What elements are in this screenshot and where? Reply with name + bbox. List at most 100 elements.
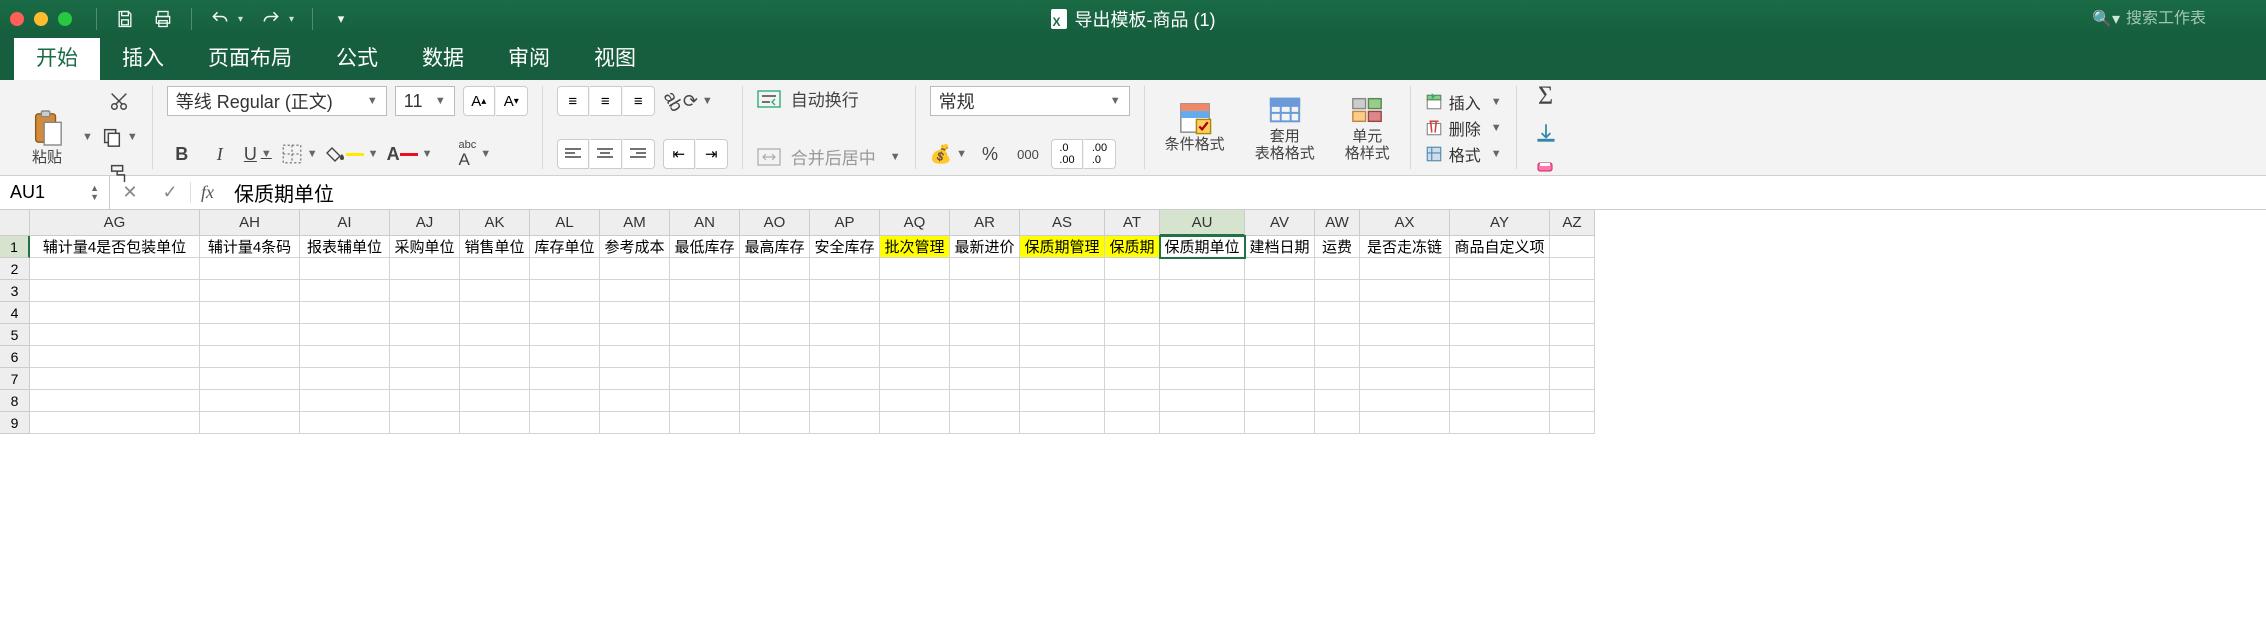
cell[interactable] [530, 368, 600, 390]
cell[interactable] [1020, 302, 1105, 324]
cell[interactable] [880, 390, 950, 412]
print-icon[interactable] [153, 9, 173, 29]
cell[interactable] [1315, 368, 1360, 390]
cell[interactable] [1245, 280, 1315, 302]
cell[interactable] [1450, 346, 1550, 368]
cell[interactable] [1360, 412, 1450, 434]
cell[interactable] [30, 258, 200, 280]
underline-button[interactable]: U▼ [243, 139, 273, 169]
cell[interactable] [1450, 390, 1550, 412]
row-header[interactable]: 8 [0, 390, 30, 412]
cell[interactable] [30, 302, 200, 324]
cell[interactable] [1245, 412, 1315, 434]
cell[interactable]: 保质期管理 [1020, 236, 1105, 258]
cell[interactable] [1105, 258, 1160, 280]
cell[interactable] [1160, 280, 1245, 302]
cell[interactable] [1315, 280, 1360, 302]
cell[interactable] [1160, 368, 1245, 390]
close-window-button[interactable] [10, 12, 24, 26]
cell[interactable] [390, 368, 460, 390]
format-cells-button[interactable]: 格式▼ [1425, 142, 1502, 166]
increase-font-icon[interactable]: A▴ [463, 86, 495, 116]
cell[interactable] [1450, 280, 1550, 302]
col-header-AS[interactable]: AS [1020, 210, 1105, 236]
tab-review[interactable]: 审阅 [486, 34, 572, 80]
cell[interactable] [460, 346, 530, 368]
decrease-font-icon[interactable]: A▾ [496, 86, 528, 116]
cell[interactable] [390, 302, 460, 324]
cell[interactable] [1550, 258, 1595, 280]
redo-icon[interactable] [261, 9, 281, 29]
cell[interactable] [600, 412, 670, 434]
cell[interactable] [670, 390, 740, 412]
cell[interactable]: 辅计量4是否包装单位 [30, 236, 200, 258]
cell[interactable] [810, 412, 880, 434]
comma-button[interactable]: 000 [1013, 139, 1043, 169]
cut-icon[interactable] [101, 86, 138, 116]
cell[interactable] [1245, 346, 1315, 368]
col-header-AM[interactable]: AM [600, 210, 670, 236]
cell[interactable] [1020, 368, 1105, 390]
col-header-AX[interactable]: AX [1360, 210, 1450, 236]
cell[interactable]: 销售单位 [460, 236, 530, 258]
paste-button[interactable]: 粘贴 [24, 106, 70, 169]
cell[interactable] [950, 302, 1020, 324]
cell[interactable] [950, 280, 1020, 302]
cell[interactable] [1450, 258, 1550, 280]
cell[interactable] [300, 412, 390, 434]
cell[interactable] [1550, 302, 1595, 324]
tab-view[interactable]: 视图 [572, 34, 658, 80]
cell[interactable] [880, 368, 950, 390]
align-right-icon[interactable] [623, 139, 655, 169]
cell[interactable] [1550, 346, 1595, 368]
cell[interactable] [810, 258, 880, 280]
cell[interactable] [740, 324, 810, 346]
cell[interactable] [1105, 368, 1160, 390]
cell[interactable] [1105, 412, 1160, 434]
cell[interactable] [1315, 324, 1360, 346]
row-header[interactable]: 6 [0, 346, 30, 368]
col-header-AU[interactable]: AU [1160, 210, 1245, 236]
cell[interactable] [1105, 280, 1160, 302]
align-middle-icon[interactable]: ≡ [590, 86, 622, 116]
cell[interactable] [30, 390, 200, 412]
cell[interactable] [1245, 390, 1315, 412]
search-box[interactable]: 🔍▾ [2092, 9, 2256, 29]
cell[interactable]: 批次管理 [880, 236, 950, 258]
wrap-text-button[interactable]: 自动换行 [757, 86, 901, 111]
cell[interactable]: 商品自定义项 [1450, 236, 1550, 258]
cell[interactable] [1360, 346, 1450, 368]
align-left-icon[interactable] [557, 139, 589, 169]
decrease-indent-icon[interactable]: ⇤ [663, 139, 695, 169]
cell[interactable] [1105, 302, 1160, 324]
cell[interactable] [530, 280, 600, 302]
cell[interactable] [1450, 412, 1550, 434]
cell[interactable]: 安全库存 [810, 236, 880, 258]
cell[interactable] [670, 258, 740, 280]
cell[interactable] [1020, 258, 1105, 280]
cell[interactable]: 库存单位 [530, 236, 600, 258]
cell[interactable] [30, 412, 200, 434]
cell[interactable] [670, 346, 740, 368]
formula-input[interactable] [224, 181, 2266, 204]
qat-customize-icon[interactable]: ▾ [331, 9, 351, 29]
cell[interactable] [30, 324, 200, 346]
cell[interactable] [1550, 236, 1595, 258]
cell[interactable] [460, 302, 530, 324]
italic-button[interactable]: I [205, 139, 235, 169]
cell[interactable] [950, 346, 1020, 368]
fx-label[interactable]: fx [190, 182, 224, 203]
cell[interactable] [1450, 324, 1550, 346]
cell[interactable]: 保质期 [1105, 236, 1160, 258]
col-header-AR[interactable]: AR [950, 210, 1020, 236]
cell[interactable] [300, 368, 390, 390]
row-header[interactable]: 3 [0, 280, 30, 302]
cell[interactable]: 报表辅单位 [300, 236, 390, 258]
cell[interactable] [530, 302, 600, 324]
col-header-AK[interactable]: AK [460, 210, 530, 236]
row-header[interactable]: 9 [0, 412, 30, 434]
cell[interactable]: 最低库存 [670, 236, 740, 258]
cell[interactable] [950, 368, 1020, 390]
cell[interactable] [1315, 302, 1360, 324]
confirm-formula-button[interactable]: ✓ [150, 182, 190, 203]
